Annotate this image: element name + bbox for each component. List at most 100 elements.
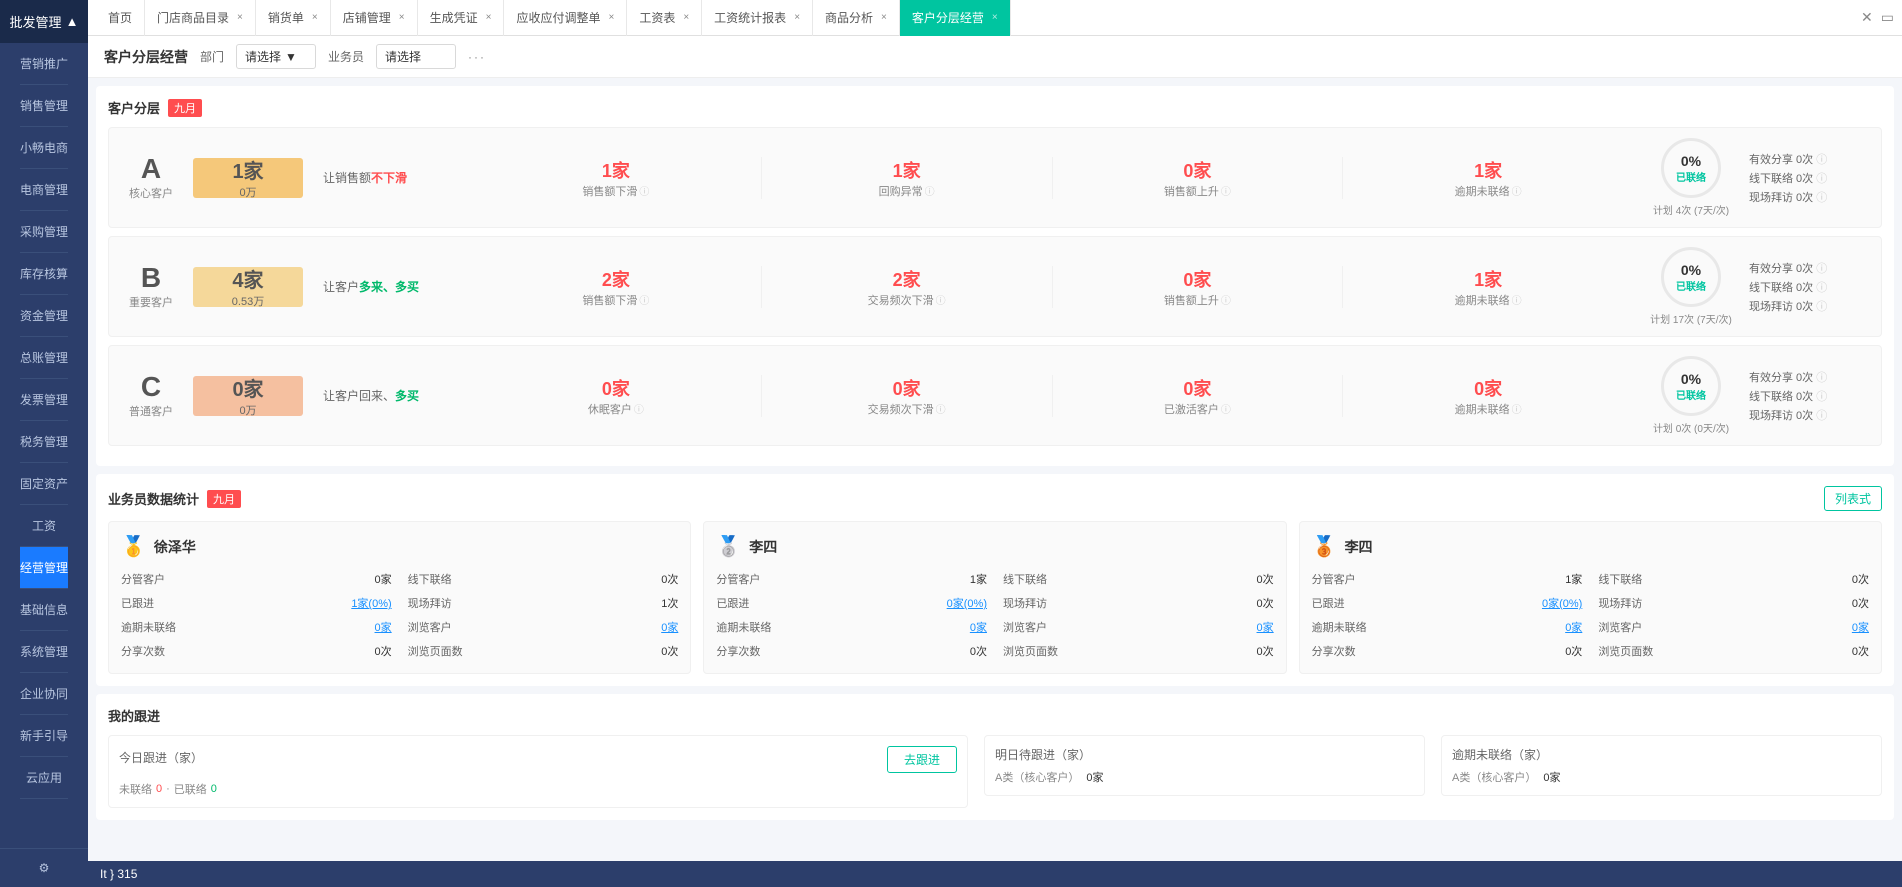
- tomorrow-followup-card: 明日待跟进（家） A类（核心客户） 0家: [984, 735, 1425, 796]
- followup-title: 我的跟进: [108, 706, 160, 725]
- sales-stat-row: 分享次数 0次: [121, 641, 392, 661]
- sidebar-item-资金管理[interactable]: 资金管理: [20, 295, 68, 337]
- tab-客户分层经营[interactable]: 客户分层经营×: [900, 0, 1011, 36]
- sales-stat-row: 逾期未联络 0家: [121, 617, 392, 637]
- tab-close-门店商品目录[interactable]: ×: [237, 12, 243, 23]
- sales-grid: 🥇 徐泽华 分管客户 0家 线下联络 0次 已跟进 1家(0%) 现场拜访 1次: [108, 521, 1882, 674]
- tier-right-stat: 有效分享 0次 ⓘ: [1749, 369, 1869, 385]
- sales-person-name-0: 徐泽华: [154, 537, 196, 557]
- goto-followup-button[interactable]: 去跟进: [887, 746, 957, 773]
- tier-right-stats-C: 有效分享 0次 ⓘ 线下联络 0次 ⓘ 现场拜访 0次 ⓘ: [1749, 369, 1869, 423]
- tab-销货单[interactable]: 销货单×: [256, 0, 331, 36]
- tab-店铺管理[interactable]: 店铺管理×: [331, 0, 418, 36]
- dept-select[interactable]: 请选择 ▼: [236, 44, 316, 69]
- tier-count-box-A: 1家 0万: [193, 158, 303, 198]
- tier-right-stat: 现场拜访 0次 ⓘ: [1749, 298, 1869, 314]
- tab-门店商品目录[interactable]: 门店商品目录×: [145, 0, 256, 36]
- sidebar-logo[interactable]: 批发管理 ▲: [0, 0, 88, 43]
- sidebar-item-企业协同[interactable]: 企业协同: [20, 673, 68, 715]
- tab-生成凭证[interactable]: 生成凭证×: [418, 0, 505, 36]
- tab-close-客户分层经营[interactable]: ×: [992, 12, 998, 23]
- bottom-bar: It } 315: [88, 861, 1902, 887]
- sidebar-logo-text: 批发管理: [10, 12, 62, 31]
- sidebar-item-电商管理[interactable]: 电商管理: [20, 169, 68, 211]
- more-options[interactable]: ···: [468, 50, 486, 64]
- biz-title: 业务员数据统计: [108, 489, 199, 508]
- tier-row-B: B 重要客户 4家 0.53万 让客户多来、多买 2家 销售额下滑 ⓘ 2家 交…: [108, 236, 1882, 337]
- tab-应收应付调整单[interactable]: 应收应付调整单×: [504, 0, 627, 36]
- tier-right-stat: 线下联络 0次 ⓘ: [1749, 279, 1869, 295]
- sales-stat-row: 已跟进 0家(0%): [1312, 593, 1583, 613]
- tab-prev-icon[interactable]: ✕: [1861, 9, 1873, 26]
- sidebar-item-固定资产[interactable]: 固定资产: [20, 463, 68, 505]
- dept-placeholder: 请选择: [245, 48, 281, 65]
- tomorrow-content: A类（核心客户） 0家: [995, 769, 1414, 785]
- sales-stat-row: 线下联络 0次: [1598, 569, 1869, 589]
- sales-stat-row: 线下联络 0次: [1003, 569, 1274, 589]
- tier-suggestion-C: 让客户回来、多买: [323, 387, 463, 404]
- tiers-container: A 核心客户 1家 0万 让销售额不下滑 1家 销售额下滑 ⓘ 1家 回购异常 …: [108, 127, 1882, 446]
- sidebar-item-总账管理[interactable]: 总账管理: [20, 337, 68, 379]
- tab-close-工资统计报表[interactable]: ×: [794, 12, 800, 23]
- sidebar-item-经营管理[interactable]: 经营管理: [20, 547, 68, 589]
- sidebar-item-库存核算[interactable]: 库存核算: [20, 253, 68, 295]
- tier-stat: 1家 销售额下滑 ⓘ: [471, 157, 762, 199]
- sidebar-item-发票管理[interactable]: 发票管理: [20, 379, 68, 421]
- sidebar-item-营销推广[interactable]: 营销推广: [20, 43, 68, 85]
- tab-close-商品分析[interactable]: ×: [881, 12, 887, 23]
- tiers-title: 客户分层: [108, 98, 160, 117]
- tab-工资表[interactable]: 工资表×: [627, 0, 702, 36]
- sales-card-header-2: 🥉 李四: [1312, 534, 1869, 559]
- sales-stat-row: 分管客户 1家: [1312, 569, 1583, 589]
- overdue-a-label: A类（核心客户）: [1452, 772, 1536, 784]
- sales-stat-row: 分管客户 0家: [121, 569, 392, 589]
- sidebar-item-税务管理[interactable]: 税务管理: [20, 421, 68, 463]
- tab-close-销货单[interactable]: ×: [312, 12, 318, 23]
- tier-right-stat: 线下联络 0次 ⓘ: [1749, 388, 1869, 404]
- today-core-linked-label: 已联络: [174, 781, 207, 797]
- sales-card-header-0: 🥇 徐泽华: [121, 534, 678, 559]
- tier-stats-A: 1家 销售额下滑 ⓘ 1家 回购异常 ⓘ 0家 销售额上升 ⓘ 1家 逾期未联络…: [471, 157, 1633, 199]
- sales-stat-row: 浏览客户 0家: [408, 617, 679, 637]
- tab-next-icon[interactable]: ▭: [1881, 9, 1894, 26]
- sidebar-item-新手引导[interactable]: 新手引导: [20, 715, 68, 757]
- sidebar-expand-icon[interactable]: ▲: [66, 14, 79, 29]
- sales-stat-row: 线下联络 0次: [408, 569, 679, 589]
- tier-right-stat: 线下联络 0次 ⓘ: [1749, 170, 1869, 186]
- overdue-row: A类（核心客户） 0家: [1452, 769, 1871, 785]
- tier-stat: 0家 休眠客户 ⓘ: [471, 375, 762, 417]
- tab-首页[interactable]: 首页: [96, 0, 145, 36]
- sales-stats-grid: 分管客户 0家 线下联络 0次 已跟进 1家(0%) 现场拜访 1次 逾期未联络…: [121, 569, 678, 661]
- tab-actions: ✕ ▭: [1861, 9, 1894, 26]
- sidebar-item-采购管理[interactable]: 采购管理: [20, 211, 68, 253]
- tab-商品分析[interactable]: 商品分析×: [813, 0, 900, 36]
- sidebar-item-销售管理[interactable]: 销售管理: [20, 85, 68, 127]
- page-content: 客户分层经营 部门 请选择 ▼ 业务员 请选择 ··· 客户分层 九月 A 核心…: [88, 36, 1902, 861]
- tier-stat: 2家 交易频次下滑 ⓘ: [762, 266, 1053, 308]
- sales-select[interactable]: 请选择: [376, 44, 456, 69]
- sidebar-item-系统管理[interactable]: 系统管理: [20, 631, 68, 673]
- tab-close-工资表[interactable]: ×: [683, 12, 689, 23]
- tab-close-生成凭证[interactable]: ×: [486, 12, 492, 23]
- tier-stats-C: 0家 休眠客户 ⓘ 0家 交易频次下滑 ⓘ 0家 已激活客户 ⓘ 0家 逾期未联…: [471, 375, 1633, 417]
- tier-stat: 0家 已激活客户 ⓘ: [1053, 375, 1344, 417]
- tab-工资统计报表[interactable]: 工资统计报表×: [702, 0, 813, 36]
- main-area: 首页门店商品目录×销货单×店铺管理×生成凭证×应收应付调整单×工资表×工资统计报…: [88, 0, 1902, 887]
- list-view-button[interactable]: 列表式: [1824, 486, 1882, 511]
- tab-close-店铺管理[interactable]: ×: [399, 12, 405, 23]
- sidebar-item-小畅电商[interactable]: 小畅电商: [20, 127, 68, 169]
- tier-label-B: B 重要客户: [121, 264, 181, 310]
- tier-count-box-B: 4家 0.53万: [193, 267, 303, 307]
- sales-stat-row: 逾期未联络 0家: [716, 617, 987, 637]
- sidebar-item-工资[interactable]: 工资: [20, 505, 68, 547]
- biz-month: 九月: [207, 490, 241, 508]
- today-core-unlinkd: 0: [156, 783, 162, 795]
- sales-stat-row: 现场拜访 0次: [1598, 593, 1869, 613]
- settings-icon[interactable]: ⚙: [0, 848, 88, 887]
- tab-close-应收应付调整单[interactable]: ×: [608, 12, 614, 23]
- sidebar-item-云应用[interactable]: 云应用: [20, 757, 68, 799]
- tier-suggestion-A: 让销售额不下滑: [323, 169, 463, 186]
- tier-row-A: A 核心客户 1家 0万 让销售额不下滑 1家 销售额下滑 ⓘ 1家 回购异常 …: [108, 127, 1882, 228]
- sidebar-item-基础信息[interactable]: 基础信息: [20, 589, 68, 631]
- tier-right-stat: 现场拜访 0次 ⓘ: [1749, 189, 1869, 205]
